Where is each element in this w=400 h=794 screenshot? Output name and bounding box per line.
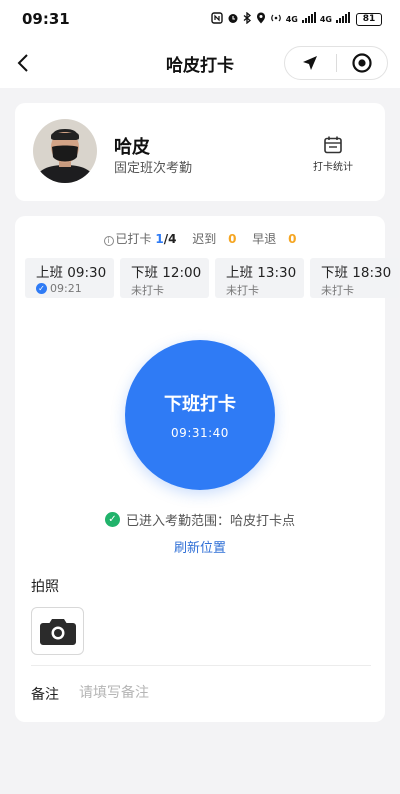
user-name: 哈皮 xyxy=(114,137,150,158)
chevron-left-icon xyxy=(17,54,28,72)
remark-input[interactable] xyxy=(79,680,369,706)
shift-title: 上班 09:30 xyxy=(36,265,107,281)
shift-title: 下班 18:30 xyxy=(321,265,392,281)
network-label-2: 4G xyxy=(319,14,332,24)
nav-bar: 哈皮打卡 xyxy=(0,38,400,88)
signal-icon xyxy=(336,12,350,26)
avatar xyxy=(33,119,97,183)
checked-count: 1 xyxy=(155,232,164,246)
early-count: 0 xyxy=(288,232,297,246)
back-button[interactable] xyxy=(12,50,36,76)
attendance-summary: i 已打卡 1/4 迟到 0 早退 0 xyxy=(15,230,385,247)
shift-list: 上班 09:30 ✓ 09:21 下班 12:00 未打卡 上班 13:30 未打… xyxy=(25,258,400,298)
location-status: ✓ 已进入考勤范围：哈皮打卡点 xyxy=(15,510,385,529)
hotspot-icon xyxy=(270,12,282,27)
navigation-arrow-icon xyxy=(303,56,318,70)
profile-card: 哈皮 固定班次考勤 打卡统计 xyxy=(15,103,385,201)
early-label: 早退 xyxy=(252,232,277,246)
battery-icon: 81 xyxy=(356,12,382,26)
punch-label: 下班打卡 xyxy=(164,394,236,415)
network-label: 4G xyxy=(285,14,298,24)
shift-status-text: 09:21 xyxy=(50,282,82,295)
bluetooth-icon xyxy=(243,11,252,27)
divider xyxy=(31,665,371,666)
status-bar: 09:31 4G 4G 81 xyxy=(0,0,400,38)
checked-total: /4 xyxy=(163,232,177,246)
status-time: 09:31 xyxy=(22,10,70,28)
stats-button[interactable]: 打卡统计 xyxy=(303,135,363,173)
punch-time: 09:31:40 xyxy=(171,426,229,440)
late-label: 迟到 xyxy=(192,232,217,246)
alarm-icon xyxy=(227,12,239,27)
shift-item[interactable]: 下班 18:30 未打卡 xyxy=(310,258,399,298)
shift-item[interactable]: 上班 09:30 ✓ 09:21 xyxy=(25,258,114,298)
check-circle-icon: ✓ xyxy=(104,512,120,527)
target-icon xyxy=(352,53,372,73)
remark-label: 备注 xyxy=(31,687,59,703)
shift-item[interactable]: 上班 13:30 未打卡 xyxy=(215,258,304,298)
shift-status: 未打卡 xyxy=(321,284,354,297)
refresh-location-link[interactable]: 刷新位置 xyxy=(15,537,385,556)
location-pin-icon xyxy=(256,12,266,27)
status-icons: 4G 4G 81 xyxy=(211,11,382,27)
nfc-icon xyxy=(211,11,223,27)
camera-icon xyxy=(39,619,76,645)
info-icon: i xyxy=(103,236,114,246)
checked-label: 已打卡 xyxy=(115,232,152,246)
photo-label: 拍照 xyxy=(31,579,59,595)
attendance-card: i 已打卡 1/4 迟到 0 早退 0 上班 09:30 ✓ 09:21 下班 12… xyxy=(15,216,399,722)
mini-program-capsule xyxy=(284,46,388,80)
page-title: 哈皮打卡 xyxy=(166,55,234,76)
calendar-icon xyxy=(324,136,342,154)
location-button[interactable] xyxy=(285,46,336,80)
location-status-text: 已进入考勤范围：哈皮打卡点 xyxy=(125,514,295,529)
user-subtitle: 固定班次考勤 xyxy=(114,161,193,176)
stats-label: 打卡统计 xyxy=(313,162,353,173)
shift-status: 未打卡 xyxy=(226,284,259,297)
shift-item[interactable]: 下班 12:00 未打卡 xyxy=(120,258,209,298)
shift-status: 未打卡 xyxy=(131,284,164,297)
punch-button[interactable]: 下班打卡 09:31:40 xyxy=(125,340,275,490)
shift-status: ✓ 09:21 xyxy=(36,282,114,295)
signal-icon xyxy=(301,12,316,26)
shift-title: 上班 13:30 xyxy=(226,265,297,281)
target-button[interactable] xyxy=(336,46,387,80)
check-icon: ✓ xyxy=(36,283,47,294)
camera-button[interactable] xyxy=(31,607,84,655)
shift-title: 下班 12:00 xyxy=(131,265,202,281)
late-count: 0 xyxy=(228,232,237,246)
